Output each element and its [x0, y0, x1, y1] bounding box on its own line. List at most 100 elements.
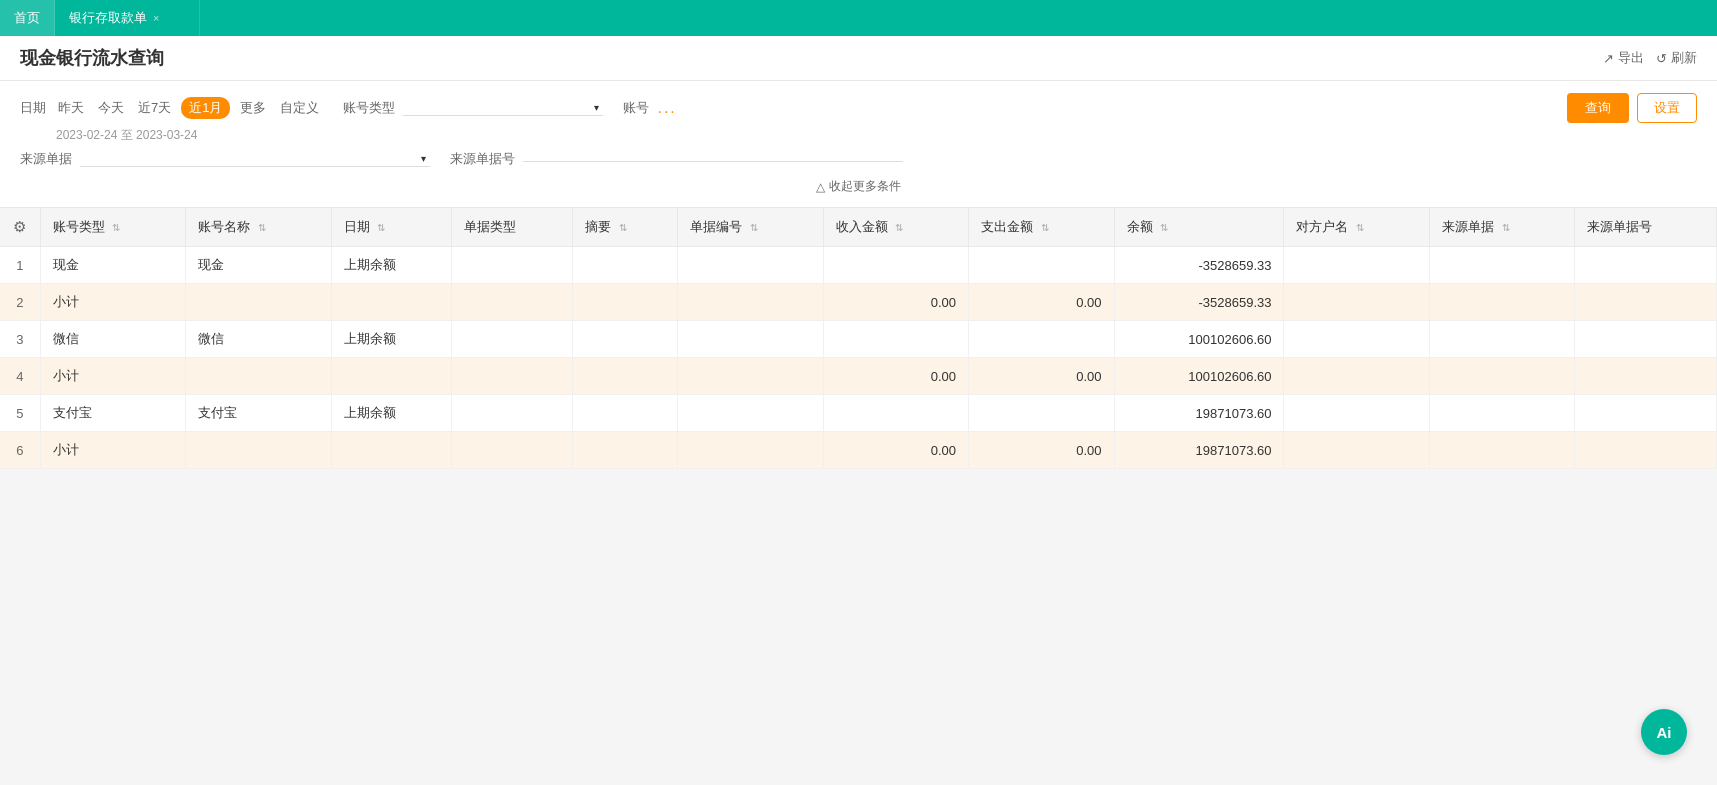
cell-voucherNo — [678, 395, 824, 432]
col-header-sourceVoucher[interactable]: 来源单据 ⇅ — [1429, 208, 1575, 247]
col-header-accountName[interactable]: 账号名称 ⇅ — [186, 208, 332, 247]
date-filter-group: 日期 昨天今天近7天近1月更多自定义 — [20, 97, 323, 119]
cell-counterparty — [1284, 321, 1430, 358]
cell-balance: 19871073.60 — [1114, 395, 1284, 432]
cell-voucherNo — [678, 247, 824, 284]
col-header-summary[interactable]: 摘要 ⇅ — [573, 208, 678, 247]
cell-expense: 0.00 — [969, 358, 1115, 395]
col-header-sourceVoucherNo: 来源单据号 — [1575, 208, 1717, 247]
cell-date: 上期余额 — [331, 395, 452, 432]
table-row: 5支付宝支付宝上期余额19871073.60 — [0, 395, 1717, 432]
cell-date — [331, 358, 452, 395]
sort-icon-accountName: ⇅ — [258, 222, 266, 233]
cell-accountType: 微信 — [40, 321, 186, 358]
settings-button[interactable]: 设置 — [1637, 93, 1697, 123]
sort-icon-income: ⇅ — [895, 222, 903, 233]
cell-counterparty — [1284, 284, 1430, 321]
source-voucher-select[interactable]: ▾ — [80, 151, 430, 167]
account-group: 账号 ... — [623, 99, 676, 117]
cell-accountType: 小计 — [40, 284, 186, 321]
col-header-income[interactable]: 收入金额 ⇅ — [823, 208, 969, 247]
cell-voucherNo — [678, 358, 824, 395]
cell-voucherType — [452, 358, 573, 395]
cell-index: 6 — [0, 432, 40, 469]
cell-voucherType — [452, 321, 573, 358]
account-type-label: 账号类型 — [343, 99, 395, 117]
export-icon: ↗ — [1603, 51, 1614, 66]
cell-accountName — [186, 358, 332, 395]
cell-accountType: 现金 — [40, 247, 186, 284]
date-btn-近1月[interactable]: 近1月 — [181, 97, 230, 119]
col-header-balance[interactable]: 余额 ⇅ — [1114, 208, 1284, 247]
date-label: 日期 — [20, 99, 46, 117]
date-btn-昨天[interactable]: 昨天 — [54, 97, 88, 119]
col-header-accountType[interactable]: 账号类型 ⇅ — [40, 208, 186, 247]
export-button[interactable]: ↗ 导出 — [1603, 49, 1644, 67]
sort-icon-voucherNo: ⇅ — [750, 222, 758, 233]
collapse-row[interactable]: △ 收起更多条件 — [20, 178, 1697, 195]
nav-tab-银行存取款单[interactable]: 银行存取款单× — [55, 0, 200, 36]
source-voucher-no-label: 来源单据号 — [450, 150, 515, 168]
cell-sourceVoucher — [1429, 432, 1575, 469]
date-btn-更多[interactable]: 更多 — [236, 97, 270, 119]
cell-balance: 100102606.60 — [1114, 321, 1284, 358]
col-header-date[interactable]: 日期 ⇅ — [331, 208, 452, 247]
cell-sourceVoucherNo — [1575, 395, 1717, 432]
cell-accountName — [186, 284, 332, 321]
col-header-voucherNo[interactable]: 单据编号 ⇅ — [678, 208, 824, 247]
table-wrapper: ⚙账号类型 ⇅账号名称 ⇅日期 ⇅单据类型摘要 ⇅单据编号 ⇅收入金额 ⇅支出金… — [0, 208, 1717, 469]
cell-index: 2 — [0, 284, 40, 321]
date-btn-近7天[interactable]: 近7天 — [134, 97, 175, 119]
cell-index: 4 — [0, 358, 40, 395]
cell-accountType: 支付宝 — [40, 395, 186, 432]
cell-accountName: 支付宝 — [186, 395, 332, 432]
sort-icon-summary: ⇅ — [619, 222, 627, 233]
col-header-counterparty[interactable]: 对方户名 ⇅ — [1284, 208, 1430, 247]
nav-home[interactable]: 首页 — [0, 0, 55, 36]
date-btn-今天[interactable]: 今天 — [94, 97, 128, 119]
table-row: 2小计0.000.00-3528659.33 — [0, 284, 1717, 321]
source-voucher-no-input[interactable] — [523, 157, 903, 162]
cell-income: 0.00 — [823, 358, 969, 395]
cell-date: 上期余额 — [331, 321, 452, 358]
source-voucher-chevron-icon: ▾ — [421, 153, 426, 164]
source-voucher-group: 来源单据 ▾ — [20, 150, 430, 168]
cell-voucherNo — [678, 284, 824, 321]
cell-expense — [969, 321, 1115, 358]
account-type-select[interactable]: ▾ — [403, 100, 603, 116]
refresh-button[interactable]: ↺ 刷新 — [1656, 49, 1697, 67]
col-header-expense[interactable]: 支出金额 ⇅ — [969, 208, 1115, 247]
cell-counterparty — [1284, 358, 1430, 395]
account-label: 账号 — [623, 99, 649, 117]
query-button[interactable]: 查询 — [1567, 93, 1629, 123]
sort-icon-accountType: ⇅ — [112, 222, 120, 233]
cell-date — [331, 432, 452, 469]
cell-balance: 100102606.60 — [1114, 358, 1284, 395]
sort-icon-counterparty: ⇅ — [1356, 222, 1364, 233]
sort-icon-sourceVoucher: ⇅ — [1502, 222, 1510, 233]
cell-date: 上期余额 — [331, 247, 452, 284]
cell-summary — [573, 247, 678, 284]
date-range: 2023-02-24 至 2023-03-24 — [56, 128, 197, 142]
cell-expense: 0.00 — [969, 284, 1115, 321]
gear-icon[interactable]: ⚙ — [13, 218, 26, 235]
cell-accountType: 小计 — [40, 358, 186, 395]
top-nav: 首页 收款单×付款单×其他收入单×应收应付调整单×银行存取款单×预收冲应收单×收… — [0, 0, 1717, 36]
account-dots[interactable]: ... — [657, 99, 676, 117]
date-btn-自定义[interactable]: 自定义 — [276, 97, 323, 119]
cell-sourceVoucherNo — [1575, 284, 1717, 321]
cell-summary — [573, 395, 678, 432]
close-tab-icon[interactable]: × — [153, 12, 159, 24]
filter-area: 日期 昨天今天近7天近1月更多自定义 账号类型 ▾ 账号 ... 查询 设置 2… — [0, 81, 1717, 208]
cell-accountName: 微信 — [186, 321, 332, 358]
cell-summary — [573, 358, 678, 395]
header-actions: ↗ 导出 ↺ 刷新 — [1603, 49, 1697, 67]
collapse-label: 收起更多条件 — [829, 178, 901, 195]
cell-accountType: 小计 — [40, 432, 186, 469]
cell-income — [823, 395, 969, 432]
table-header: ⚙账号类型 ⇅账号名称 ⇅日期 ⇅单据类型摘要 ⇅单据编号 ⇅收入金额 ⇅支出金… — [0, 208, 1717, 247]
refresh-icon: ↺ — [1656, 51, 1667, 66]
page-header: 现金银行流水查询 ↗ 导出 ↺ 刷新 — [0, 36, 1717, 81]
export-label: 导出 — [1618, 49, 1644, 67]
cell-income: 0.00 — [823, 432, 969, 469]
